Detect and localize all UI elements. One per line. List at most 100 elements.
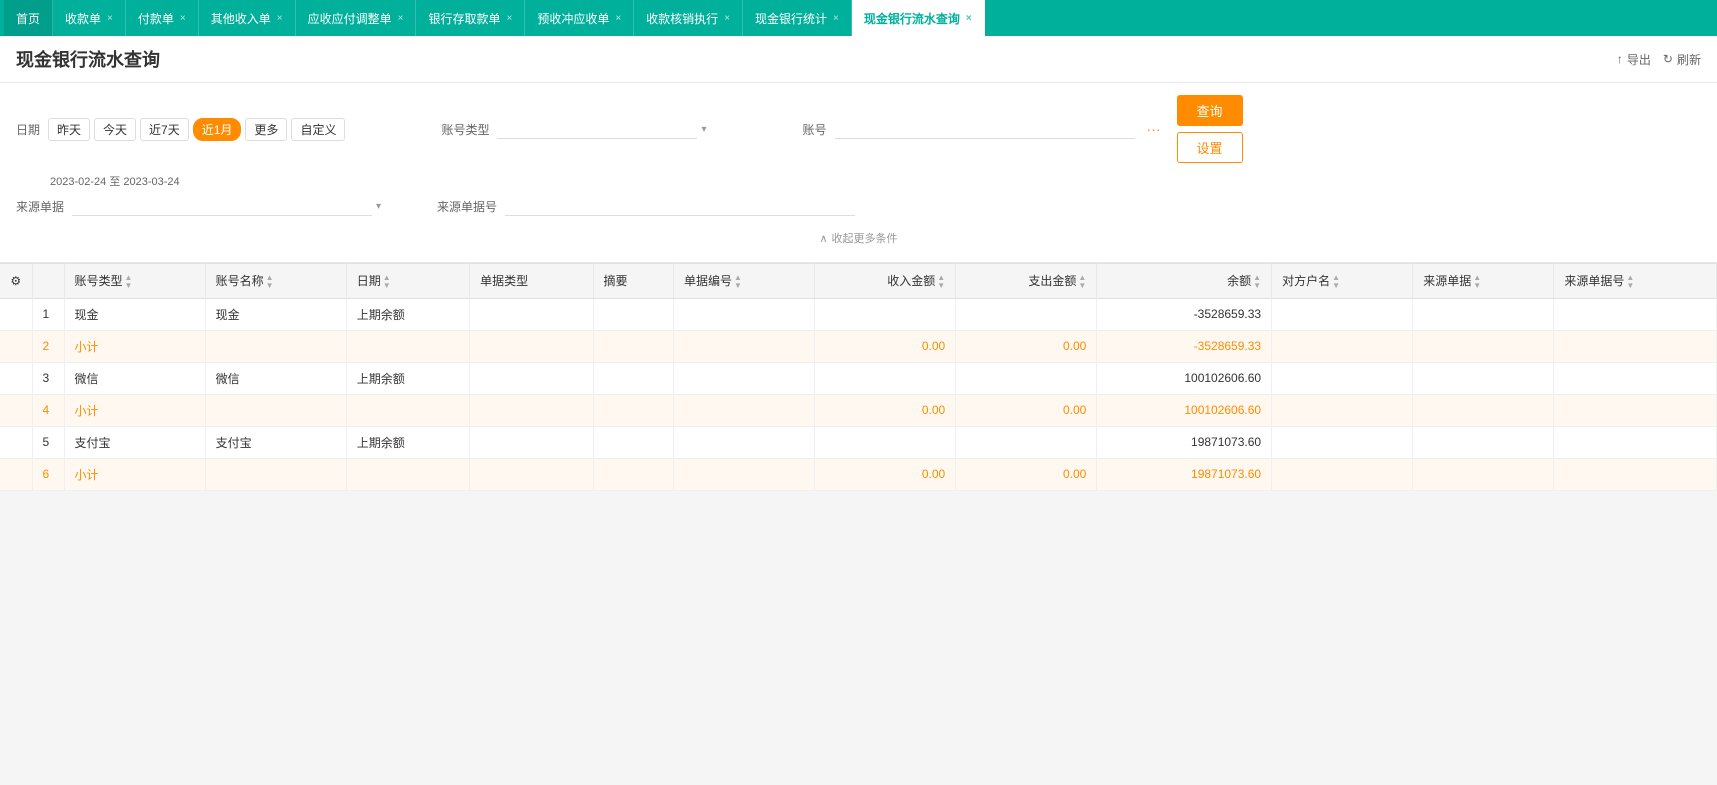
close-icon[interactable]: ×	[107, 13, 113, 24]
th-account-type[interactable]: 账号类型▲▼	[64, 264, 205, 299]
date-btn-1month[interactable]: 近1月	[193, 118, 242, 141]
source-doc-no-input[interactable]	[505, 197, 855, 216]
settings-button[interactable]: 设置	[1177, 132, 1243, 163]
refresh-label: 刷新	[1677, 51, 1701, 68]
nav-tab-home[interactable]: 首页	[4, 0, 53, 36]
close-icon[interactable]: ×	[833, 13, 839, 24]
source-doc-no-filter: 来源单据号	[437, 197, 855, 216]
source-doc-no-label: 来源单据号	[437, 198, 497, 215]
nav-tab-adjustment[interactable]: 应收应付调整单 ×	[296, 0, 417, 36]
table-row[interactable]: 3微信微信上期余额100102606.60	[0, 362, 1717, 394]
nav-tab-advance-label: 预收冲应收单	[537, 10, 609, 27]
source-doc-select-wrap: ▾	[72, 197, 381, 216]
nav-tab-advance[interactable]: 预收冲应收单 ×	[525, 0, 634, 36]
th-doc-type: 单据类型	[470, 264, 593, 299]
page-header: 现金银行流水查询 ↑ 导出 ↻ 刷新	[0, 36, 1717, 83]
close-icon[interactable]: ×	[180, 13, 186, 24]
nav-tab-verify[interactable]: 收款核销执行 ×	[634, 0, 743, 36]
date-btn-yesterday[interactable]: 昨天	[48, 118, 90, 141]
page-title: 现金银行流水查询	[16, 46, 160, 72]
table-body: 1现金现金上期余额-3528659.332小计0.000.00-3528659.…	[0, 298, 1717, 490]
source-doc-input[interactable]	[72, 197, 372, 216]
refresh-icon: ↻	[1663, 52, 1673, 66]
export-icon: ↑	[1617, 52, 1623, 66]
collapse-icon: ∧	[819, 232, 827, 245]
th-source-doc[interactable]: 来源单据▲▼	[1413, 264, 1554, 299]
top-nav: 首页 收款单 × 付款单 × 其他收入单 × 应收应付调整单 × 银行存取款单 …	[0, 0, 1717, 36]
table-header-row: ⚙ 账号类型▲▼ 账号名称▲▼ 日期▲▼ 单据类型 摘要 单据编号▲▼ 收入金额…	[0, 264, 1717, 299]
collapse-label: 收起更多条件	[832, 230, 898, 246]
th-date[interactable]: 日期▲▼	[346, 264, 469, 299]
source-doc-filter: 来源单据 ▾	[16, 197, 381, 216]
account-label: 账号	[803, 121, 827, 138]
filter-row-1: 日期 昨天 今天 近7天 近1月 更多 自定义 账号类型 ▾ 账号 ···	[16, 95, 1701, 163]
date-btn-more[interactable]: 更多	[245, 118, 287, 141]
chevron-down-icon[interactable]: ▾	[376, 201, 381, 212]
th-settings[interactable]: ⚙	[0, 264, 32, 299]
close-icon[interactable]: ×	[966, 13, 972, 24]
nav-tab-payment[interactable]: 付款单 ×	[126, 0, 199, 36]
date-btn-7days[interactable]: 近7天	[140, 118, 189, 141]
export-button[interactable]: ↑ 导出	[1617, 51, 1651, 68]
filter-area: 日期 昨天 今天 近7天 近1月 更多 自定义 账号类型 ▾ 账号 ···	[0, 83, 1717, 263]
table-row[interactable]: 4小计0.000.00100102606.60	[0, 394, 1717, 426]
th-summary: 摘要	[593, 264, 673, 299]
th-account-name[interactable]: 账号名称▲▼	[205, 264, 346, 299]
date-options: 昨天 今天 近7天 近1月 更多 自定义	[48, 118, 345, 141]
more-options-icon[interactable]: ···	[1147, 121, 1161, 137]
th-doc-no[interactable]: 单据编号▲▼	[673, 264, 814, 299]
nav-tab-flow-query[interactable]: 现金银行流水查询 ×	[852, 0, 985, 36]
table-row[interactable]: 1现金现金上期余额-3528659.33	[0, 298, 1717, 330]
table-row[interactable]: 6小计0.000.0019871073.60	[0, 458, 1717, 490]
header-actions: ↑ 导出 ↻ 刷新	[1617, 51, 1701, 68]
nav-tab-adjustment-label: 应收应付调整单	[308, 10, 392, 27]
th-counterparty[interactable]: 对方户名▲▼	[1272, 264, 1413, 299]
date-range-display: 2023-02-24 至 2023-03-24	[46, 173, 1701, 189]
date-btn-today[interactable]: 今天	[94, 118, 136, 141]
th-expense[interactable]: 支出金额▲▼	[956, 264, 1097, 299]
close-icon[interactable]: ×	[506, 13, 512, 24]
source-doc-label: 来源单据	[16, 198, 64, 215]
nav-tab-stats-label: 现金银行统计	[755, 10, 827, 27]
table-container: ⚙ 账号类型▲▼ 账号名称▲▼ 日期▲▼ 单据类型 摘要 单据编号▲▼ 收入金额…	[0, 263, 1717, 491]
date-range-text: 2023-02-24 至 2023-03-24	[50, 176, 180, 188]
nav-tab-receipt-label: 收款单	[65, 10, 101, 27]
close-icon[interactable]: ×	[277, 13, 283, 24]
close-icon[interactable]: ×	[615, 13, 621, 24]
nav-tab-payment-label: 付款单	[138, 10, 174, 27]
query-button[interactable]: 查询	[1177, 95, 1243, 126]
date-filter: 日期 昨天 今天 近7天 近1月 更多 自定义	[16, 118, 345, 141]
th-index	[32, 264, 64, 299]
date-label: 日期	[16, 121, 40, 138]
date-btn-custom[interactable]: 自定义	[291, 118, 345, 141]
account-filter: 账号 ···	[803, 120, 1161, 139]
nav-tab-home-label: 首页	[16, 10, 40, 27]
close-icon[interactable]: ×	[398, 13, 404, 24]
nav-tab-stats[interactable]: 现金银行统计 ×	[743, 0, 852, 36]
collapse-bar[interactable]: ∧ 收起更多条件	[16, 226, 1701, 250]
account-type-select-wrap: ▾	[497, 120, 706, 139]
chevron-down-icon[interactable]: ▾	[701, 124, 706, 135]
nav-tab-flow-query-label: 现金银行流水查询	[864, 10, 960, 27]
nav-tab-bank-deposit[interactable]: 银行存取款单 ×	[416, 0, 525, 36]
filter-row-2: 来源单据 ▾ 来源单据号	[16, 197, 1701, 216]
data-table: ⚙ 账号类型▲▼ 账号名称▲▼ 日期▲▼ 单据类型 摘要 单据编号▲▼ 收入金额…	[0, 263, 1717, 491]
nav-tab-receipt[interactable]: 收款单 ×	[53, 0, 126, 36]
nav-tab-verify-label: 收款核销执行	[646, 10, 718, 27]
close-icon[interactable]: ×	[724, 13, 730, 24]
account-type-input[interactable]	[497, 120, 697, 139]
account-input[interactable]	[835, 120, 1135, 139]
action-buttons: 查询 设置	[1177, 95, 1243, 163]
table-row[interactable]: 5支付宝支付宝上期余额19871073.60	[0, 426, 1717, 458]
th-source-doc-no[interactable]: 来源单据号▲▼	[1554, 264, 1717, 299]
refresh-button[interactable]: ↻ 刷新	[1663, 51, 1701, 68]
th-balance[interactable]: 余额▲▼	[1097, 264, 1272, 299]
account-type-filter: 账号类型 ▾	[441, 120, 706, 139]
export-label: 导出	[1627, 51, 1651, 68]
nav-tab-other-income-label: 其他收入单	[211, 10, 271, 27]
th-income[interactable]: 收入金额▲▼	[815, 264, 956, 299]
table-row[interactable]: 2小计0.000.00-3528659.33	[0, 330, 1717, 362]
account-type-label: 账号类型	[441, 121, 489, 138]
nav-tab-other-income[interactable]: 其他收入单 ×	[199, 0, 296, 36]
nav-tab-bank-deposit-label: 银行存取款单	[428, 10, 500, 27]
